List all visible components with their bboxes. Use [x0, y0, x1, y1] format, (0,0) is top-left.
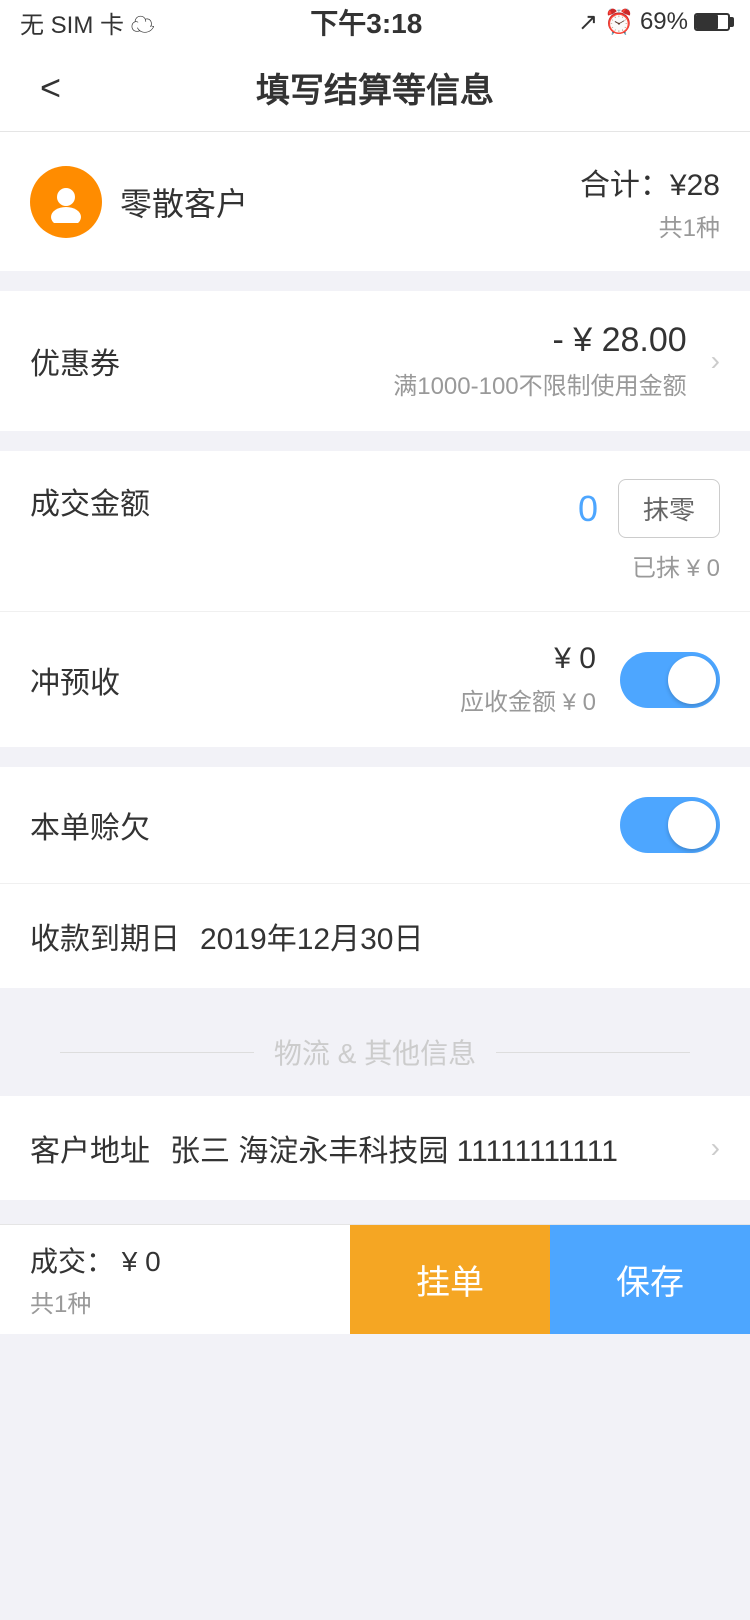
transaction-section: 成交金额 0 抹零 已抹 ¥ 0 冲预收 ¥ 0 应收金额 ¥ 0	[0, 451, 750, 747]
bottom-deal: 成交： ¥ 0	[30, 1240, 320, 1280]
address-value: 张三 海淀永丰科技园 11111111111	[170, 1126, 683, 1170]
debt-row: 本单赊欠	[0, 767, 750, 884]
round-button[interactable]: 抹零	[618, 479, 720, 538]
address-row[interactable]: 客户地址 张三 海淀永丰科技园 11111111111 ›	[0, 1096, 750, 1200]
customer-info: 零散客户	[30, 166, 248, 238]
prepay-sub: 应收金额 ¥ 0	[460, 682, 596, 717]
due-date-label: 收款到期日	[30, 914, 180, 958]
prepay-toggle[interactable]	[620, 652, 720, 708]
hold-button[interactable]: 挂单	[350, 1225, 550, 1334]
status-bar: 无 SIM 卡 ☁ 下午3:18 ↗ ⏰ 69%	[0, 0, 750, 44]
debt-label: 本单赊欠	[30, 803, 150, 847]
battery-level: 69%	[640, 8, 688, 36]
logistics-label: 物流 & 其他信息	[254, 1038, 496, 1069]
prepay-row: 冲预收 ¥ 0 应收金额 ¥ 0	[0, 612, 750, 747]
sim-status: 无 SIM 卡 ☁	[20, 5, 155, 40]
transaction-label: 成交金额	[30, 479, 150, 523]
divider-2	[0, 431, 750, 451]
coupon-desc: 满1000-100不限制使用金额	[393, 366, 686, 401]
coupon-section: 优惠券 - ¥ 28.00 满1000-100不限制使用金额 ›	[0, 291, 750, 431]
transaction-row: 成交金额 0 抹零 已抹 ¥ 0	[0, 451, 750, 612]
due-date-value: 2019年12月30日	[200, 914, 423, 958]
alarm-icon: ⏰	[604, 8, 634, 37]
transaction-amount-value: 0	[538, 488, 598, 530]
logistics-divider: 物流 & 其他信息	[0, 1008, 750, 1096]
back-button[interactable]: <	[30, 57, 71, 119]
location-icon: ↗	[578, 8, 598, 37]
customer-name: 零散客户	[120, 179, 248, 225]
prepay-amount: ¥ 0	[554, 642, 596, 676]
customer-section: 零散客户 合计：¥28 共1种	[0, 132, 750, 271]
debt-section: 本单赊欠 收款到期日 2019年12月30日	[0, 767, 750, 988]
prepay-amount-info: ¥ 0 应收金额 ¥ 0	[460, 642, 596, 717]
bottom-info: 成交： ¥ 0 共1种	[0, 1225, 350, 1334]
transaction-right: 0 抹零 已抹 ¥ 0	[538, 479, 720, 583]
customer-avatar	[30, 166, 102, 238]
customer-total: 合计：¥28	[580, 160, 720, 204]
bottom-count: 共1种	[30, 1284, 320, 1319]
status-left: 无 SIM 卡 ☁	[20, 5, 155, 40]
divider-4	[0, 988, 750, 1008]
save-button[interactable]: 保存	[550, 1225, 750, 1334]
toggle-knob	[668, 656, 716, 704]
prepay-right: ¥ 0 应收金额 ¥ 0	[460, 642, 720, 717]
debt-toggle-knob	[668, 801, 716, 849]
battery-icon	[694, 13, 730, 31]
page-title: 填写结算等信息	[256, 63, 494, 112]
bottom-deal-amount: ¥ 0	[122, 1246, 161, 1277]
customer-count: 共1种	[580, 208, 720, 243]
coupon-amount: - ¥ 28.00	[552, 321, 686, 360]
coupon-row[interactable]: 优惠券 - ¥ 28.00 满1000-100不限制使用金额 ›	[0, 291, 750, 431]
coupon-chevron-icon: ›	[711, 345, 720, 377]
due-date-row: 收款到期日 2019年12月30日	[0, 884, 750, 988]
divider-3	[0, 747, 750, 767]
divider-1	[0, 271, 750, 291]
coupon-value: - ¥ 28.00 满1000-100不限制使用金额 ›	[150, 321, 720, 401]
prepay-label: 冲预收	[30, 658, 150, 702]
transaction-value-row: 0 抹零	[538, 479, 720, 538]
coupon-label: 优惠券	[30, 339, 150, 383]
bottom-bar: 成交： ¥ 0 共1种 挂单 保存	[0, 1224, 750, 1334]
transaction-sub: 已抹 ¥ 0	[632, 548, 720, 583]
address-label: 客户地址	[30, 1126, 150, 1170]
address-chevron-icon: ›	[711, 1132, 720, 1164]
bottom-deal-label: 成交：	[30, 1246, 114, 1277]
content-area: 零散客户 合计：¥28 共1种 优惠券 - ¥ 28.00 满1000-100不…	[0, 132, 750, 1620]
coupon-right: - ¥ 28.00 满1000-100不限制使用金额	[393, 321, 686, 401]
status-time: 下午3:18	[310, 2, 422, 42]
status-right: ↗ ⏰ 69%	[578, 8, 730, 37]
debt-toggle[interactable]	[620, 797, 720, 853]
customer-total-info: 合计：¥28 共1种	[580, 160, 720, 243]
nav-bar: < 填写结算等信息	[0, 44, 750, 132]
